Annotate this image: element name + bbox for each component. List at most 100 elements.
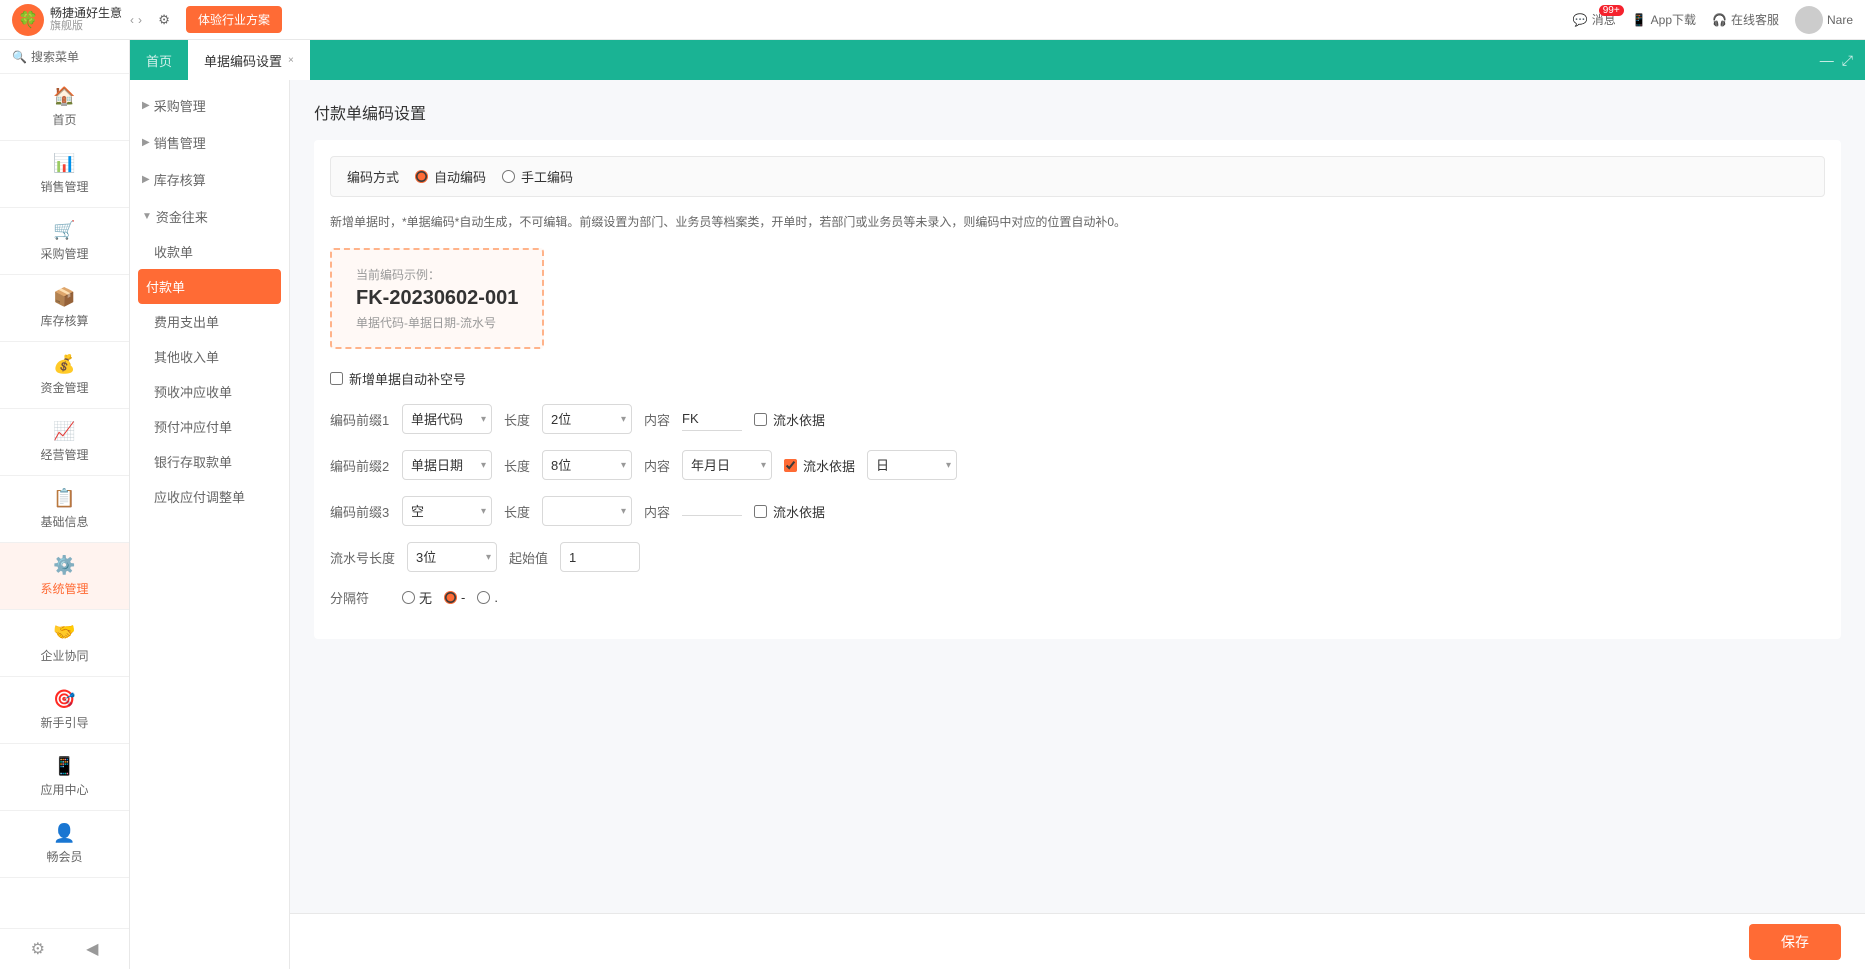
left-nav-expense[interactable]: 费用支出单	[130, 304, 289, 339]
sidebar-item-label-basic-info: 基础信息	[40, 513, 88, 530]
tab-close-btn[interactable]: ×	[288, 55, 294, 66]
tab-maximize-btn[interactable]: ⤢	[1842, 52, 1853, 69]
tab-home[interactable]: 首页	[130, 40, 188, 80]
prefix-1-length-wrapper[interactable]: 2位	[542, 404, 632, 434]
purchase-icon: 🛒	[53, 220, 75, 241]
sidebar-item-operations[interactable]: 📈 经营管理	[0, 409, 129, 476]
settings-gear-btn[interactable]: ⚙	[150, 6, 178, 34]
left-nav-sales-title[interactable]: ▶ 销售管理	[130, 125, 289, 160]
prefix-3-content-label: 内容	[644, 502, 670, 521]
bottom-bar: 保存	[290, 913, 1865, 969]
prefix-2-length-wrapper[interactable]: 8位	[542, 450, 632, 480]
serial-length-select[interactable]: 3位	[407, 542, 497, 572]
purchase-label: 采购管理	[154, 96, 206, 115]
left-nav-receipt[interactable]: 收款单	[130, 234, 289, 269]
sep-none-radio[interactable]: 无	[402, 588, 432, 607]
left-nav-bank[interactable]: 银行存取款单	[130, 444, 289, 479]
left-nav-group-stock: ▶ 库存核算	[130, 162, 289, 197]
save-button[interactable]: 保存	[1749, 924, 1841, 960]
sidebar-item-app-center[interactable]: 📱 应用中心	[0, 744, 129, 811]
prefix-1-serial-checkbox[interactable]	[754, 413, 767, 426]
serial-length-wrapper[interactable]: 3位	[407, 542, 497, 572]
left-nav-group-sales: ▶ 销售管理	[130, 125, 289, 160]
online-service-item[interactable]: 🎧 在线客服	[1712, 11, 1779, 28]
settings-bottom-icon[interactable]: ⚙	[31, 939, 45, 959]
user-item[interactable]: Nare	[1795, 6, 1853, 34]
prefix-3-length-select[interactable]	[542, 496, 632, 526]
prefix-1-serial-check[interactable]: 流水依据	[754, 410, 825, 429]
prefix-row-3: 编码前缀3 空 长度	[330, 496, 1825, 526]
messages-badge: 99+	[1599, 5, 1624, 16]
app-download-item[interactable]: 📱 App下载	[1632, 11, 1696, 28]
prefix-2-serial-check[interactable]: 流水依据	[784, 456, 855, 475]
sep-dot-radio[interactable]: .	[477, 590, 498, 605]
prefix-2-unit-select[interactable]: 日	[867, 450, 957, 480]
left-nav-purchase-title[interactable]: ▶ 采购管理	[130, 88, 289, 123]
sidebar-item-enterprise[interactable]: 🤝 企业协同	[0, 610, 129, 677]
sidebar-item-home[interactable]: 🏠 首页	[0, 74, 129, 141]
experience-button[interactable]: 体验行业方案	[186, 6, 282, 33]
sidebar-item-guide[interactable]: 🎯 新手引导	[0, 677, 129, 744]
sidebar-item-inventory[interactable]: 📦 库存核算	[0, 275, 129, 342]
collapse-icon[interactable]: ◀	[86, 939, 98, 959]
auto-encode-input[interactable]	[415, 170, 428, 183]
prefix-3-length-wrapper[interactable]	[542, 496, 632, 526]
prefix-3-select[interactable]: 空	[402, 496, 492, 526]
sep-dot-input[interactable]	[477, 591, 490, 604]
prefix-2-content-select[interactable]: 年月日	[682, 450, 772, 480]
nav-back-arrow[interactable]: ‹	[130, 13, 134, 27]
messages-item[interactable]: 💬 消息 99+	[1573, 11, 1616, 28]
nav-forward-arrow[interactable]: ›	[138, 13, 142, 27]
left-nav-payment[interactable]: 付款单	[138, 269, 281, 304]
prefix-1-length-select[interactable]: 2位	[542, 404, 632, 434]
sidebar-item-system[interactable]: ⚙️ 系统管理	[0, 543, 129, 610]
prefix-2-unit-wrapper[interactable]: 日	[867, 450, 957, 480]
main-panel: 付款单编码设置 编码方式 自动编码	[290, 80, 1865, 969]
brand: 🍀 畅捷通好生意 旗舰版	[12, 4, 122, 36]
tab-minimize-btn[interactable]: —	[1820, 52, 1834, 68]
prefix-1-label: 编码前缀1	[330, 410, 390, 429]
tab-encoding-label: 单据编码设置	[204, 51, 282, 70]
tab-encoding-settings[interactable]: 单据编码设置 ×	[188, 40, 310, 80]
sep-dash-input[interactable]	[444, 591, 457, 604]
start-value-input[interactable]	[560, 542, 640, 572]
sidebar-item-basic-info[interactable]: 📋 基础信息	[0, 476, 129, 543]
serial-length-label: 流水号长度	[330, 548, 395, 567]
sidebar-item-label-sales: 销售管理	[40, 178, 88, 195]
prefix-1-select[interactable]: 单据代码	[402, 404, 492, 434]
brand-sub: 旗舰版	[50, 20, 122, 33]
auto-fill-checkbox[interactable]	[330, 372, 343, 385]
prefix-2-content-wrapper[interactable]: 年月日	[682, 450, 772, 480]
prefix-3-serial-check[interactable]: 流水依据	[754, 502, 825, 521]
prefix-2-select[interactable]: 单据日期	[402, 450, 492, 480]
sidebar-item-sales[interactable]: 📊 销售管理	[0, 141, 129, 208]
left-nav-prepay-recv[interactable]: 预收冲应收单	[130, 374, 289, 409]
prefix-3-serial-checkbox[interactable]	[754, 505, 767, 518]
sidebar-item-finance[interactable]: 💰 资金管理	[0, 342, 129, 409]
sep-none-input[interactable]	[402, 591, 415, 604]
left-nav-other-income[interactable]: 其他收入单	[130, 339, 289, 374]
manual-encode-radio[interactable]: 手工编码	[502, 167, 573, 186]
left-nav-group-capital: ▼ 资金往来 收款单 付款单 费用支出单 其他收入单 预收冲应收单 预付冲应付单…	[130, 199, 289, 514]
operations-icon: 📈	[53, 421, 75, 442]
sidebar-item-member[interactable]: 👤 畅会员	[0, 811, 129, 878]
sidebar-search[interactable]: 🔍 搜索菜单	[0, 40, 129, 74]
manual-encode-input[interactable]	[502, 170, 515, 183]
left-nav-prepay-pay[interactable]: 预付冲应付单	[130, 409, 289, 444]
left-nav-capital-title[interactable]: ▼ 资金往来	[130, 199, 289, 234]
search-label: 搜索菜单	[31, 48, 79, 65]
separator-row: 分隔符 无 -	[330, 588, 1825, 607]
auto-encode-radio[interactable]: 自动编码	[415, 167, 486, 186]
left-nav-adjustment[interactable]: 应收应付调整单	[130, 479, 289, 514]
prefix-2-serial-checkbox[interactable]	[784, 459, 797, 472]
left-nav-stock-title[interactable]: ▶ 库存核算	[130, 162, 289, 197]
prefix-2-select-wrapper[interactable]: 单据日期	[402, 450, 492, 480]
prefix-3-select-wrapper[interactable]: 空	[402, 496, 492, 526]
prefix-2-length-select[interactable]: 8位	[542, 450, 632, 480]
top-bar: 🍀 畅捷通好生意 旗舰版 ‹ › ⚙ 体验行业方案 💬 消息 99+ 📱 App…	[0, 0, 1865, 40]
prefix-1-select-wrapper[interactable]: 单据代码	[402, 404, 492, 434]
sidebar-item-purchase[interactable]: 🛒 采购管理	[0, 208, 129, 275]
finance-icon: 💰	[53, 354, 75, 375]
sep-dash-radio[interactable]: -	[444, 590, 465, 605]
serial-number-row: 流水号长度 3位 起始值	[330, 542, 1825, 572]
